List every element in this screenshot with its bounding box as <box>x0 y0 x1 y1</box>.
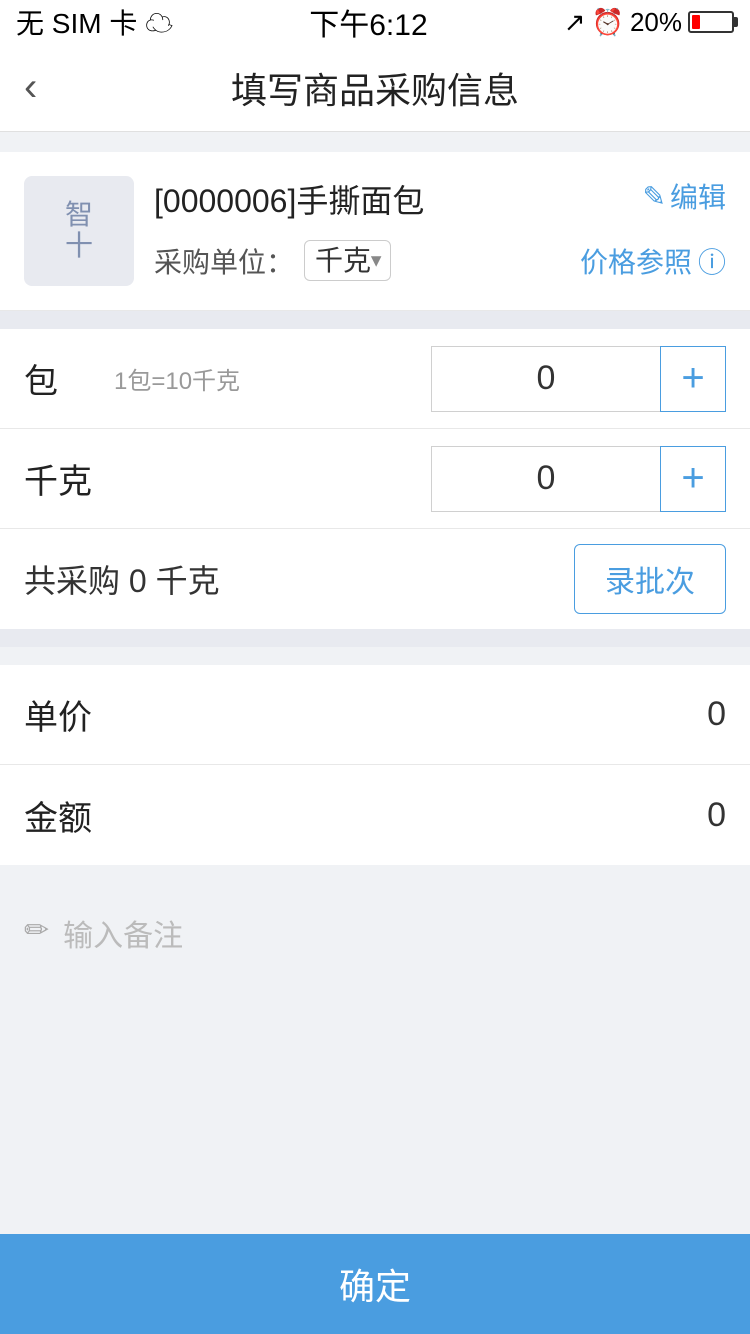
product-logo: 智 十 <box>65 200 93 262</box>
section-divider-2 <box>0 629 750 647</box>
product-thumbnail: 智 十 <box>24 176 134 286</box>
alarm-icon: ⏰ <box>592 7 624 38</box>
unit-price-value: 0 <box>707 695 726 734</box>
kg-plus-button[interactable]: + <box>660 446 726 512</box>
total-label: 共采购 0 千克 <box>24 556 220 602</box>
product-name: [0000006]手撕面包 <box>154 176 424 222</box>
edit-button[interactable]: ✎ 编辑 <box>643 176 726 216</box>
location-icon: ↗ <box>564 7 586 38</box>
pack-input-row: 包 1包=10千克 0 + <box>0 329 750 429</box>
price-ref-label: 价格参照 <box>580 241 692 281</box>
amount-value: 0 <box>707 796 726 835</box>
edit-label: 编辑 <box>670 176 726 216</box>
kg-label: 千克 <box>24 454 104 503</box>
sim-label: 无 SIM 卡 ☁ <box>16 2 173 42</box>
unit-label: 采购单位： <box>154 241 294 281</box>
kg-controls: 0 + <box>431 446 726 512</box>
notes-placeholder: 输入备注 <box>63 911 183 955</box>
pack-controls: 0 + <box>431 346 726 412</box>
product-meta: 采购单位： 千克 包 价格参照 ⓘ <box>154 240 726 281</box>
battery-icon <box>688 11 734 33</box>
status-time: 下午6:12 <box>309 0 427 44</box>
edit-icon: ✎ <box>643 180 666 213</box>
unit-price-row: 单价 0 <box>0 665 750 765</box>
unit-select[interactable]: 千克 包 <box>304 240 391 281</box>
product-info: [0000006]手撕面包 ✎ 编辑 采购单位： 千克 包 价格参照 ⓘ <box>154 176 726 281</box>
pack-value-display[interactable]: 0 <box>431 346 661 412</box>
status-right: ↗ ⏰ 20% <box>564 7 734 38</box>
input-section: 包 1包=10千克 0 + 千克 0 + <box>0 329 750 529</box>
kg-value-display[interactable]: 0 <box>431 446 661 512</box>
amount-label: 金额 <box>24 791 92 840</box>
status-left: 无 SIM 卡 ☁ <box>16 2 173 42</box>
back-button[interactable]: ‹ <box>24 65 37 110</box>
battery-percent: 20% <box>630 7 682 38</box>
unit-select-wrapper[interactable]: 千克 包 <box>304 240 391 281</box>
batch-button[interactable]: 录批次 <box>574 544 726 614</box>
pack-label: 包 <box>24 354 104 403</box>
kg-input-row: 千克 0 + <box>0 429 750 529</box>
page-title: 填写商品采购信息 <box>231 62 519 114</box>
amount-row: 金额 0 <box>0 765 750 865</box>
nav-bar: ‹ 填写商品采购信息 <box>0 44 750 132</box>
confirm-bar[interactable]: 确定 <box>0 1234 750 1334</box>
price-section: 单价 0 金额 0 <box>0 665 750 865</box>
unit-price-label: 单价 <box>24 690 92 739</box>
section-divider-1 <box>0 311 750 329</box>
price-ref-button[interactable]: 价格参照 ⓘ <box>580 241 726 281</box>
pack-sublabel: 1包=10千克 <box>114 361 431 396</box>
notes-section[interactable]: ✏ 输入备注 <box>0 883 750 1283</box>
pencil-icon: ✏ <box>24 913 49 948</box>
total-row: 共采购 0 千克 录批次 <box>0 529 750 629</box>
product-header: [0000006]手撕面包 ✎ 编辑 <box>154 176 726 222</box>
status-bar: 无 SIM 卡 ☁ 下午6:12 ↗ ⏰ 20% <box>0 0 750 44</box>
info-icon: ⓘ <box>698 241 726 281</box>
confirm-label: 确定 <box>339 1258 411 1310</box>
pack-plus-button[interactable]: + <box>660 346 726 412</box>
product-card: 智 十 [0000006]手撕面包 ✎ 编辑 采购单位： 千克 包 <box>0 152 750 311</box>
unit-row: 采购单位： 千克 包 <box>154 240 391 281</box>
